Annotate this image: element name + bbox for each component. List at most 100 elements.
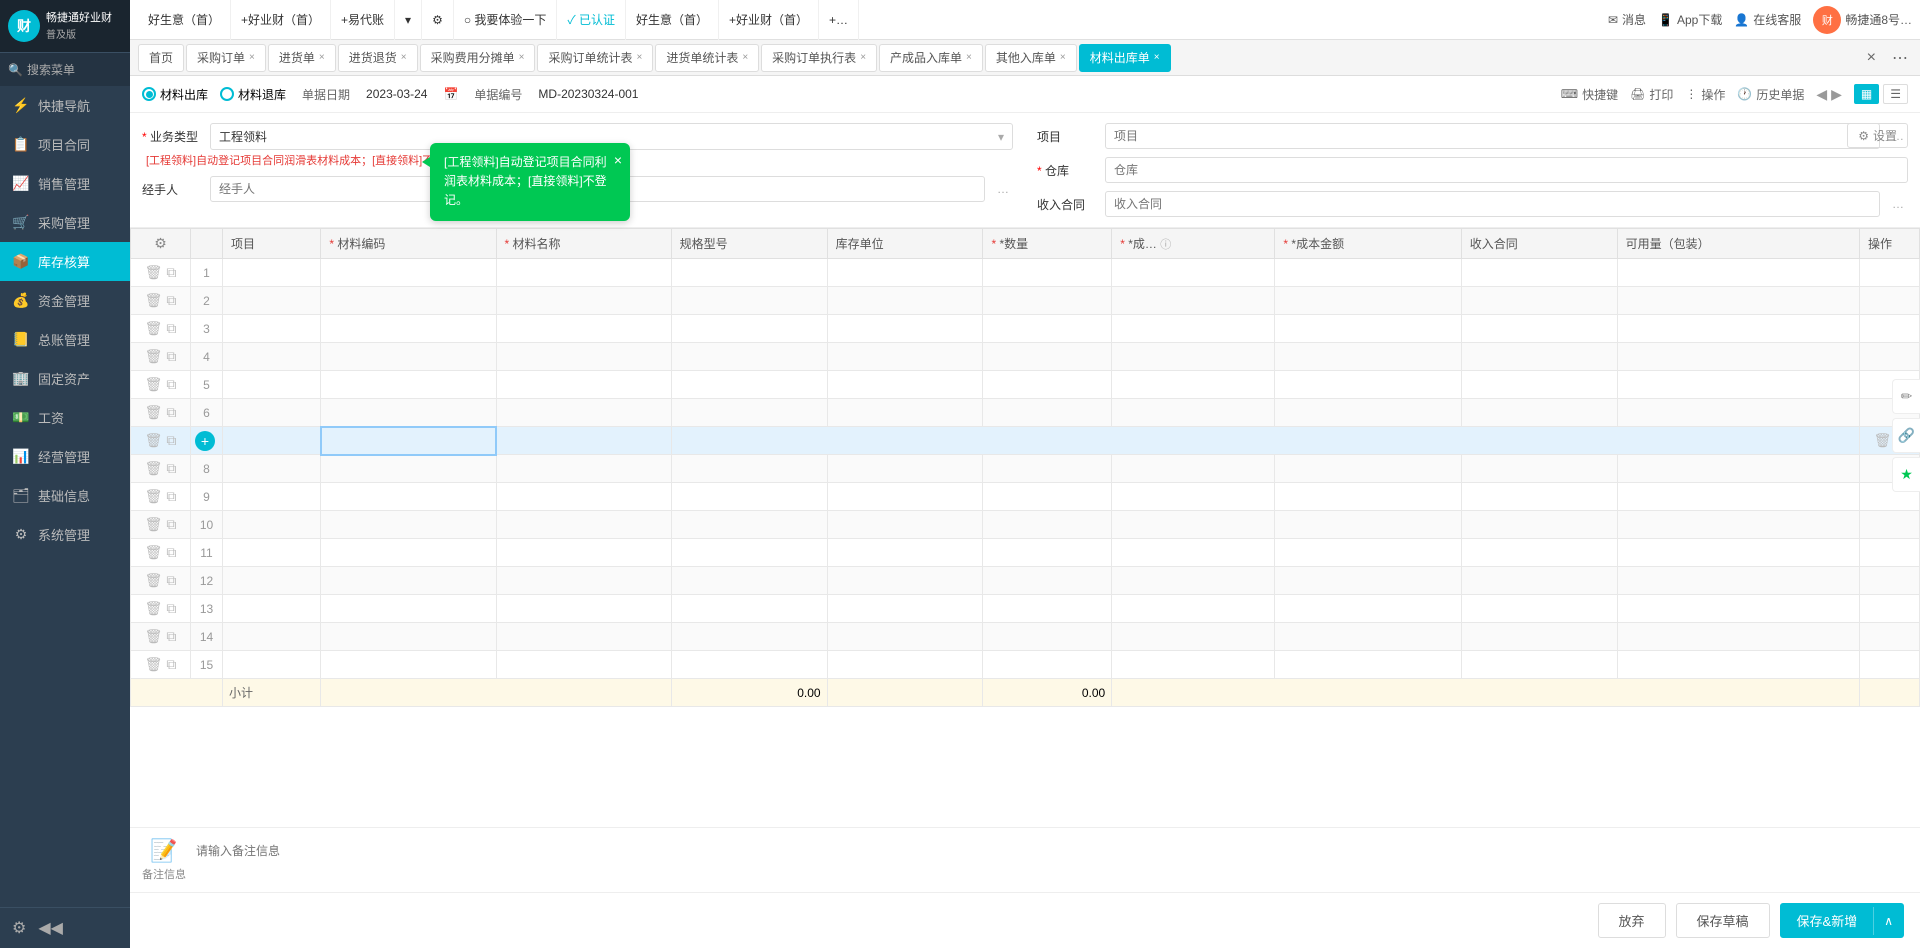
cell-qty[interactable] [983, 567, 1112, 595]
cell-project[interactable] [223, 567, 321, 595]
cell-cost-amount[interactable] [1275, 259, 1461, 287]
tab-home[interactable]: 首页 [138, 44, 184, 72]
tab-purchase-return[interactable]: 进货退货 × [338, 44, 418, 72]
cell-available[interactable] [1617, 539, 1859, 567]
cell-available[interactable] [1617, 623, 1859, 651]
cell-qty[interactable] [983, 595, 1112, 623]
tab-close-icon[interactable]: × [519, 52, 525, 63]
save-new-main-btn[interactable]: 保存&新增 [1781, 904, 1874, 937]
cell-qty[interactable] [983, 399, 1112, 427]
sidebar-item-shortcut[interactable]: ⚡ 快捷导航 [0, 86, 130, 125]
cell-cost-price[interactable] [1112, 595, 1275, 623]
delete-icon[interactable]: 🗑 [145, 628, 163, 645]
cell-available[interactable] [1617, 483, 1859, 511]
delete-icon[interactable]: 🗑 [145, 600, 163, 617]
cell-contract[interactable] [1461, 343, 1617, 371]
tab-close-icon[interactable]: × [1060, 52, 1066, 63]
copy-icon[interactable]: ⧉ [166, 656, 176, 673]
cell-spec[interactable] [671, 567, 827, 595]
nav-trial-link[interactable]: ○ 我要体验一下 [454, 0, 558, 40]
cell-code[interactable] [321, 455, 496, 483]
tab-other-storage[interactable]: 其他入库单 × [985, 44, 1077, 72]
delete-icon[interactable]: 🗑 [145, 404, 163, 421]
cell-cost-price[interactable] [1112, 399, 1275, 427]
sidebar-item-inventory[interactable]: 📦 库存核算 [0, 242, 130, 281]
save-draft-btn[interactable]: 保存草稿 [1676, 903, 1770, 938]
cell-unit[interactable] [827, 595, 983, 623]
copy-icon[interactable]: ⧉ [166, 404, 176, 421]
nav-good-finance2[interactable]: +好业财（首） [719, 0, 819, 40]
cell-qty[interactable] [983, 651, 1112, 679]
cell-name[interactable] [496, 259, 671, 287]
sidebar-item-system[interactable]: ⚙ 系统管理 [0, 515, 130, 554]
delete-icon[interactable]: 🗑 [145, 320, 163, 337]
cell-project[interactable] [223, 343, 321, 371]
cell-project[interactable] [223, 483, 321, 511]
copy-icon[interactable]: ⧉ [166, 292, 176, 309]
cell-cost-amount[interactable] [1275, 483, 1461, 511]
handler-dots-icon[interactable]: … [993, 182, 1013, 196]
cell-available[interactable] [1617, 455, 1859, 483]
operations-btn[interactable]: ⋮ 操作 [1685, 86, 1725, 103]
delete-icon[interactable]: 🗑 [1874, 432, 1892, 449]
nav-dropdown-arrow[interactable]: ▾ [395, 0, 422, 40]
cell-qty[interactable] [983, 343, 1112, 371]
cell-cost-price[interactable] [1112, 651, 1275, 679]
cell-name[interactable] [496, 651, 671, 679]
radio-material-return[interactable]: 材料退库 [220, 86, 286, 103]
list-view-btn[interactable]: ☰ [1883, 84, 1908, 104]
cell-unit[interactable] [827, 371, 983, 399]
cell-name[interactable] [496, 343, 671, 371]
prev-arrow[interactable]: ◀ [1816, 86, 1827, 103]
cell-spec[interactable] [671, 343, 827, 371]
cell-cost-price[interactable] [1112, 259, 1275, 287]
sidebar-item-operations[interactable]: 📊 经营管理 [0, 437, 130, 476]
settings-icon[interactable]: ⚙ [12, 918, 26, 938]
cell-contract[interactable] [1461, 259, 1617, 287]
tooltip-close-btn[interactable]: × [614, 149, 622, 171]
cell-available[interactable] [1617, 567, 1859, 595]
cell-contract[interactable] [1461, 595, 1617, 623]
cell-qty[interactable] [983, 287, 1112, 315]
cell-cost-amount[interactable] [1275, 315, 1461, 343]
cell-unit[interactable] [827, 343, 983, 371]
copy-icon[interactable]: ⧉ [166, 460, 176, 477]
cell-name[interactable] [496, 399, 671, 427]
grid-view-btn[interactable]: ▦ [1854, 84, 1879, 104]
cell-project[interactable] [223, 539, 321, 567]
cell-cost-price[interactable] [1112, 315, 1275, 343]
cell-name[interactable] [496, 483, 671, 511]
cell-qty[interactable] [983, 315, 1112, 343]
tab-close-icon[interactable]: × [249, 52, 255, 63]
cell-name[interactable] [496, 595, 671, 623]
cell-available[interactable] [1617, 343, 1859, 371]
tab-purchase-expense[interactable]: 采购费用分摊单 × [420, 44, 536, 72]
cell-project[interactable] [223, 511, 321, 539]
cell-code[interactable] [321, 511, 496, 539]
copy-icon[interactable]: ⧉ [166, 572, 176, 589]
calendar-icon[interactable]: 📅 [443, 87, 458, 101]
delete-icon[interactable]: 🗑 [145, 656, 163, 673]
sidebar-item-purchase[interactable]: 🛒 采购管理 [0, 203, 130, 242]
warehouse-input[interactable] [1105, 157, 1908, 183]
cell-name[interactable] [496, 511, 671, 539]
cell-unit[interactable] [827, 399, 983, 427]
cell-contract[interactable] [1461, 511, 1617, 539]
add-row-btn[interactable]: + [195, 431, 215, 451]
sidebar-item-sales[interactable]: 📈 销售管理 [0, 164, 130, 203]
sidebar-item-ledger[interactable]: 📒 总账管理 [0, 320, 130, 359]
cell-qty[interactable] [983, 623, 1112, 651]
cell-spec[interactable] [671, 455, 827, 483]
cell-project[interactable] [223, 455, 321, 483]
tab-purchase-order[interactable]: 采购订单 × [186, 44, 266, 72]
cell-code[interactable] [321, 287, 496, 315]
cell-cost-amount[interactable] [1275, 343, 1461, 371]
cell-code[interactable] [321, 399, 496, 427]
cell-cost-price[interactable] [1112, 371, 1275, 399]
delete-icon[interactable]: 🗑 [145, 432, 163, 449]
sidebar-item-project[interactable]: 📋 项目合同 [0, 125, 130, 164]
cell-spec[interactable] [671, 511, 827, 539]
cell-name[interactable] [496, 427, 671, 455]
cell-name[interactable] [496, 567, 671, 595]
cell-project[interactable] [223, 651, 321, 679]
